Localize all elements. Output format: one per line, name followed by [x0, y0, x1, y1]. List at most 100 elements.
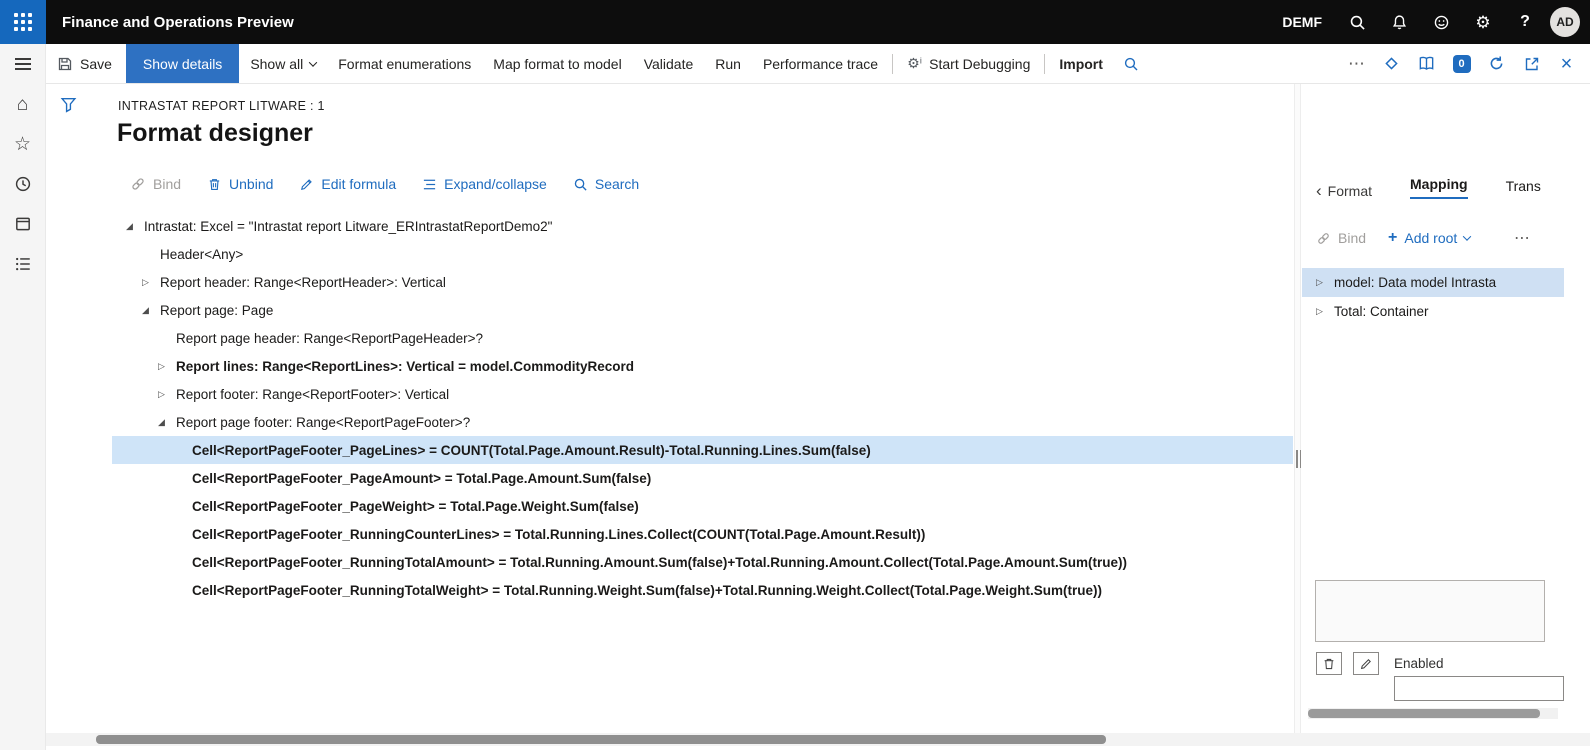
ellipsis-icon: ⋯ — [1348, 53, 1365, 73]
hamburger-icon — [14, 58, 31, 70]
search-button[interactable] — [1336, 0, 1378, 44]
tree-item[interactable]: ◢ Report page footer: Range<ReportPageFoo… — [112, 408, 1293, 436]
tree-item[interactable]: Cell<ReportPageFooter_PageWeight> = Tota… — [112, 492, 1293, 520]
tab-translations[interactable]: Trans — [1506, 178, 1541, 199]
close-button[interactable]: × — [1549, 44, 1584, 84]
pencil-icon — [299, 177, 314, 192]
format-structure-tree: ◢ Intrastat: Excel = "Intrastat report Li… — [112, 212, 1293, 604]
tree-item-label: Report lines: Range<ReportLines>: Vertic… — [176, 358, 634, 374]
show-details-button[interactable]: Show details — [125, 44, 240, 83]
tree-item[interactable]: Cell<ReportPageFooter_RunningTotalWeight… — [112, 576, 1293, 604]
trash-icon — [1322, 657, 1336, 671]
message-center-button[interactable]: 0 — [1444, 44, 1479, 84]
import-button[interactable]: Import — [1048, 44, 1114, 83]
tree-item-label: Report footer: Range<ReportFooter>: Vert… — [176, 386, 450, 402]
bind-button[interactable]: Bind — [130, 176, 181, 192]
tree-item[interactable]: Report page header: Range<ReportPageHead… — [112, 324, 1293, 352]
save-button[interactable]: Save — [46, 44, 123, 83]
expand-arrow-icon[interactable]: ▷ — [158, 389, 176, 400]
edit-formula-button[interactable]: Edit formula — [299, 176, 396, 192]
refresh-button[interactable] — [1479, 44, 1514, 84]
feedback-button[interactable] — [1420, 0, 1462, 44]
tree-search-button[interactable]: Search — [573, 176, 639, 192]
left-navigation-strip: ⌂ ☆ — [0, 44, 46, 750]
validate-button[interactable]: Validate — [633, 44, 705, 83]
tree-item-label: Cell<ReportPageFooter_PageAmount> = Tota… — [192, 470, 652, 486]
help-icon: ? — [1520, 13, 1530, 30]
back-to-format-button[interactable]: ‹ Format — [1316, 182, 1373, 199]
tree-item-label: Cell<ReportPageFooter_RunningCounterLine… — [192, 526, 926, 542]
office-addins-button[interactable] — [1374, 44, 1409, 84]
collapse-arrow-icon[interactable]: ◢ — [126, 221, 144, 232]
settings-button[interactable]: ⚙ — [1462, 0, 1504, 44]
waffle-icon — [14, 13, 32, 31]
action-search-button[interactable] — [1114, 44, 1149, 84]
tree-item[interactable]: ▷ Report lines: Range<ReportLines>: Verti… — [112, 352, 1293, 380]
start-debugging-button[interactable]: ⚙ⁱ Start Debugging — [896, 44, 1041, 83]
filter-button[interactable] — [60, 96, 77, 113]
tree-item[interactable]: Cell<ReportPageFooter_RunningTotalAmount… — [112, 548, 1293, 576]
pane-splitter[interactable] — [1294, 84, 1301, 734]
main-horizontal-scrollbar[interactable] — [46, 733, 1590, 746]
tree-item[interactable]: ▷ Report header: Range<ReportHeader>: Ver… — [112, 268, 1293, 296]
run-button[interactable]: Run — [704, 44, 752, 83]
notifications-button[interactable] — [1378, 0, 1420, 44]
format-enumerations-button[interactable]: Format enumerations — [327, 44, 482, 83]
more-button[interactable]: ⋯ — [1339, 44, 1374, 84]
performance-trace-button[interactable]: Performance trace — [752, 44, 889, 83]
tree-item-label: Report page header: Range<ReportPageHead… — [176, 330, 483, 346]
collapse-arrow-icon[interactable]: ◢ — [158, 417, 176, 428]
clock-icon — [14, 175, 32, 193]
tree-item[interactable]: Cell<ReportPageFooter_PageAmount> = Tota… — [112, 464, 1293, 492]
enabled-field[interactable] — [1394, 676, 1564, 701]
app-launcher-button[interactable] — [0, 0, 46, 44]
debug-gear-icon: ⚙ⁱ — [907, 55, 923, 71]
add-root-button[interactable]: + Add root — [1388, 230, 1472, 246]
tree-item[interactable]: ▷ Report footer: Range<ReportFooter>: Ver… — [112, 380, 1293, 408]
back-label: Format — [1327, 183, 1373, 199]
scrollbar-thumb[interactable] — [1308, 709, 1540, 718]
tab-mapping[interactable]: Mapping — [1410, 176, 1468, 199]
delete-button[interactable] — [1316, 652, 1342, 675]
task-guide-button[interactable] — [1409, 44, 1444, 84]
show-all-button[interactable]: Show all — [239, 44, 327, 83]
expand-arrow-icon[interactable]: ▷ — [1316, 306, 1334, 317]
open-in-new-window-button[interactable] — [1514, 44, 1549, 84]
panel-horizontal-scrollbar[interactable] — [1308, 708, 1558, 719]
search-icon — [1349, 14, 1366, 31]
scrollbar-thumb[interactable] — [96, 735, 1106, 744]
map-format-to-model-button[interactable]: Map format to model — [482, 44, 632, 83]
mapping-more-button[interactable]: ⋯ — [1514, 228, 1530, 248]
expand-arrow-icon[interactable]: ▷ — [142, 277, 160, 288]
workspaces-button[interactable] — [0, 204, 46, 244]
mapping-bind-button[interactable]: Bind — [1316, 230, 1366, 246]
tree-item[interactable]: Cell<ReportPageFooter_PageLines> = COUNT… — [112, 436, 1293, 464]
help-button[interactable]: ? — [1504, 0, 1546, 44]
expand-collapse-button[interactable]: Expand/collapse — [422, 176, 547, 192]
tree-item[interactable]: ▷ Total: Container — [1302, 297, 1564, 326]
expand-arrow-icon[interactable]: ▷ — [1316, 277, 1334, 288]
unbind-button[interactable]: Unbind — [207, 176, 273, 192]
favorites-button[interactable]: ☆ — [0, 124, 46, 164]
link-icon — [1316, 231, 1331, 246]
tree-item[interactable]: ▷ model: Data model Intrasta — [1302, 268, 1564, 297]
mapping-panel: ‹ Format Mapping Trans Bind + Add root ⋯ — [1302, 84, 1590, 750]
tree-item[interactable]: Cell<ReportPageFooter_RunningCounterLine… — [112, 520, 1293, 548]
bind-label: Bind — [153, 176, 182, 192]
user-avatar[interactable]: AD — [1550, 7, 1580, 37]
collapse-arrow-icon[interactable]: ◢ — [142, 305, 160, 316]
expand-arrow-icon[interactable]: ▷ — [158, 361, 176, 372]
tree-item-label: model: Data model Intrasta — [1334, 275, 1497, 290]
company-picker[interactable]: DEMF — [1268, 0, 1336, 44]
tree-item[interactable]: ◢ Report page: Page — [112, 296, 1293, 324]
bell-icon — [1391, 14, 1408, 31]
expand-navigation-button[interactable] — [0, 44, 46, 84]
recent-button[interactable] — [0, 164, 46, 204]
edit-button[interactable] — [1353, 652, 1379, 675]
addins-diamond-icon — [1383, 55, 1400, 72]
separator — [1044, 53, 1046, 74]
modules-button[interactable] — [0, 244, 46, 284]
tree-item[interactable]: ◢ Intrastat: Excel = "Intrastat report Li… — [112, 212, 1293, 240]
home-button[interactable]: ⌂ — [0, 84, 46, 124]
tree-item[interactable]: Header<Any> — [112, 240, 1293, 268]
